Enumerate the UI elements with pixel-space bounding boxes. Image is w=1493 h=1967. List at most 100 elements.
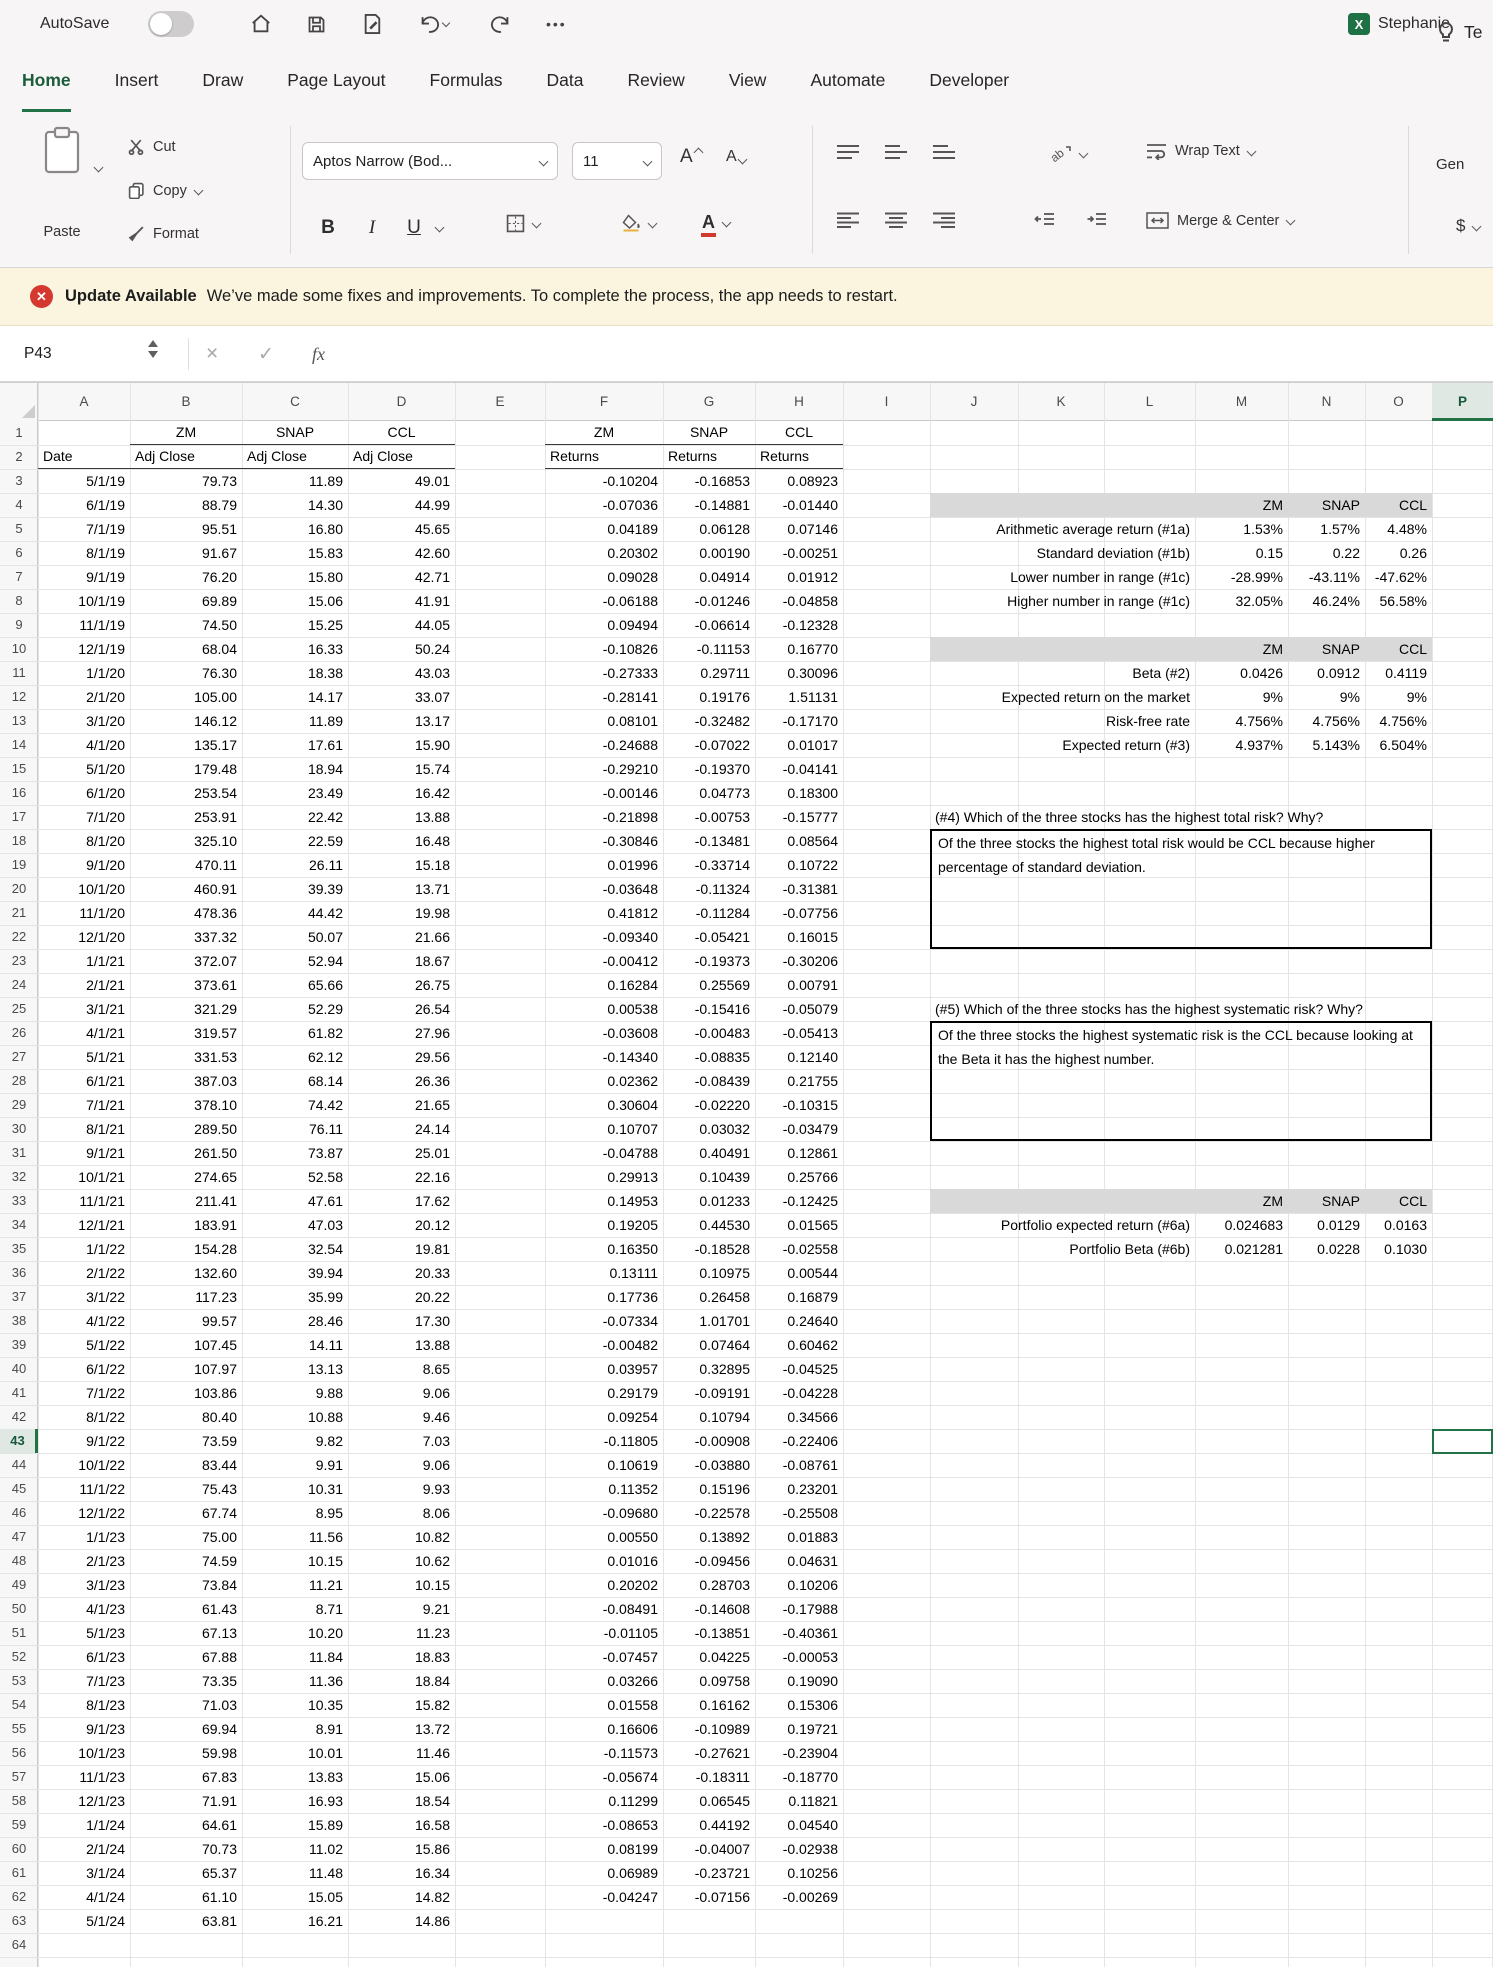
cell-A43[interactable]: 9/1/22: [38, 1429, 130, 1453]
cell-H1[interactable]: CCL: [755, 421, 843, 445]
cell-H20[interactable]: -0.31381: [755, 877, 843, 901]
cell-A58[interactable]: 12/1/23: [38, 1789, 130, 1813]
cell-A47[interactable]: 1/1/23: [38, 1525, 130, 1549]
cell-G49[interactable]: 0.28703: [663, 1573, 755, 1597]
cell-F12[interactable]: -0.28141: [545, 685, 663, 709]
cell-C16[interactable]: 23.49: [242, 781, 348, 805]
row-header-55[interactable]: 55: [0, 1717, 38, 1741]
cell-N8[interactable]: 46.24%: [1288, 589, 1365, 613]
cell-D8[interactable]: 41.91: [348, 589, 455, 613]
cell-D17[interactable]: 13.88: [348, 805, 455, 829]
cell-A61[interactable]: 3/1/24: [38, 1861, 130, 1885]
copy-dropdown-chevron-icon[interactable]: [193, 185, 204, 196]
row-header-59[interactable]: 59: [0, 1813, 38, 1837]
cancel-entry-button[interactable]: ×: [206, 326, 218, 382]
cell-C21[interactable]: 44.42: [242, 901, 348, 925]
cell-F33[interactable]: 0.14953: [545, 1189, 663, 1213]
cell-D60[interactable]: 15.86: [348, 1837, 455, 1861]
cell-C3[interactable]: 11.89: [242, 469, 348, 493]
cell-D30[interactable]: 24.14: [348, 1117, 455, 1141]
cell-G17[interactable]: -0.00753: [663, 805, 755, 829]
cell-A13[interactable]: 3/1/20: [38, 709, 130, 733]
cell-G7[interactable]: 0.04914: [663, 565, 755, 589]
cell-C10[interactable]: 16.33: [242, 637, 348, 661]
cell-F42[interactable]: 0.09254: [545, 1405, 663, 1429]
cell-A30[interactable]: 8/1/21: [38, 1117, 130, 1141]
cell-G50[interactable]: -0.14608: [663, 1597, 755, 1621]
cell-D36[interactable]: 20.33: [348, 1261, 455, 1285]
cell-H61[interactable]: 0.10256: [755, 1861, 843, 1885]
cell-G3[interactable]: -0.16853: [663, 469, 755, 493]
cell-O8[interactable]: 56.58%: [1365, 589, 1432, 613]
cell-G21[interactable]: -0.11284: [663, 901, 755, 925]
cell-H48[interactable]: 0.04631: [755, 1549, 843, 1573]
cell-O34[interactable]: 0.0163: [1365, 1213, 1432, 1237]
cell-D51[interactable]: 11.23: [348, 1621, 455, 1645]
cell-F57[interactable]: -0.05674: [545, 1765, 663, 1789]
cell-A52[interactable]: 6/1/23: [38, 1645, 130, 1669]
cell-G26[interactable]: -0.00483: [663, 1021, 755, 1045]
cell-D27[interactable]: 29.56: [348, 1045, 455, 1069]
cell-C22[interactable]: 50.07: [242, 925, 348, 949]
row-header-24[interactable]: 24: [0, 973, 38, 997]
cell-A19[interactable]: 9/1/20: [38, 853, 130, 877]
cell-H57[interactable]: -0.18770: [755, 1765, 843, 1789]
row-header-56[interactable]: 56: [0, 1741, 38, 1765]
cell-F10[interactable]: -0.10826: [545, 637, 663, 661]
cell-A38[interactable]: 4/1/22: [38, 1309, 130, 1333]
cell-B47[interactable]: 75.00: [130, 1525, 242, 1549]
cell-F32[interactable]: 0.29913: [545, 1165, 663, 1189]
cell-D11[interactable]: 43.03: [348, 661, 455, 685]
merge-center-button[interactable]: Merge & Center: [1146, 212, 1296, 229]
cell-G60[interactable]: -0.04007: [663, 1837, 755, 1861]
cell-A16[interactable]: 6/1/20: [38, 781, 130, 805]
cell-D20[interactable]: 13.71: [348, 877, 455, 901]
cell-M13[interactable]: 4.756%: [1195, 709, 1288, 733]
cell-H25[interactable]: -0.05079: [755, 997, 843, 1021]
cell-D55[interactable]: 13.72: [348, 1717, 455, 1741]
cell-B22[interactable]: 337.32: [130, 925, 242, 949]
cell-D26[interactable]: 27.96: [348, 1021, 455, 1045]
cell-B5[interactable]: 95.51: [130, 517, 242, 541]
cell-A20[interactable]: 10/1/20: [38, 877, 130, 901]
cell-B62[interactable]: 61.10: [130, 1885, 242, 1909]
row-header-19[interactable]: 19: [0, 853, 38, 877]
cell-C36[interactable]: 39.94: [242, 1261, 348, 1285]
cell-C2[interactable]: Adj Close: [242, 445, 348, 469]
cell-D38[interactable]: 17.30: [348, 1309, 455, 1333]
cell-N14[interactable]: 5.143%: [1288, 733, 1365, 757]
cell-B63[interactable]: 63.81: [130, 1909, 242, 1933]
cell-F47[interactable]: 0.00550: [545, 1525, 663, 1549]
cell-G36[interactable]: 0.10975: [663, 1261, 755, 1285]
cell-D29[interactable]: 21.65: [348, 1093, 455, 1117]
cell-G15[interactable]: -0.19370: [663, 757, 755, 781]
row-header-5[interactable]: 5: [0, 517, 38, 541]
cell-F11[interactable]: -0.27333: [545, 661, 663, 685]
cell-D56[interactable]: 11.46: [348, 1741, 455, 1765]
cell-D15[interactable]: 15.74: [348, 757, 455, 781]
cell-G8[interactable]: -0.01246: [663, 589, 755, 613]
cell-H41[interactable]: -0.04228: [755, 1381, 843, 1405]
cell-F15[interactable]: -0.29210: [545, 757, 663, 781]
row-header-62[interactable]: 62: [0, 1885, 38, 1909]
cell-B54[interactable]: 71.03: [130, 1693, 242, 1717]
row-header-20[interactable]: 20: [0, 877, 38, 901]
row-header-29[interactable]: 29: [0, 1093, 38, 1117]
cell-D46[interactable]: 8.06: [348, 1501, 455, 1525]
row-header-10[interactable]: 10: [0, 637, 38, 661]
column-header-E[interactable]: E: [455, 383, 545, 421]
cell-B7[interactable]: 76.20: [130, 565, 242, 589]
row-header-64[interactable]: 64: [0, 1933, 38, 1957]
cell-H35[interactable]: -0.02558: [755, 1237, 843, 1261]
cell-D1[interactable]: CCL: [348, 421, 455, 445]
cell-H40[interactable]: -0.04525: [755, 1357, 843, 1381]
tab-page-layout[interactable]: Page Layout: [287, 48, 385, 112]
cell-F27[interactable]: -0.14340: [545, 1045, 663, 1069]
cell-H18[interactable]: 0.08564: [755, 829, 843, 853]
cell-D21[interactable]: 19.98: [348, 901, 455, 925]
autosave-toggle[interactable]: [148, 11, 194, 37]
align-center-button[interactable]: [884, 212, 908, 229]
cell-D33[interactable]: 17.62: [348, 1189, 455, 1213]
cell-D31[interactable]: 25.01: [348, 1141, 455, 1165]
tab-draw[interactable]: Draw: [202, 48, 243, 112]
